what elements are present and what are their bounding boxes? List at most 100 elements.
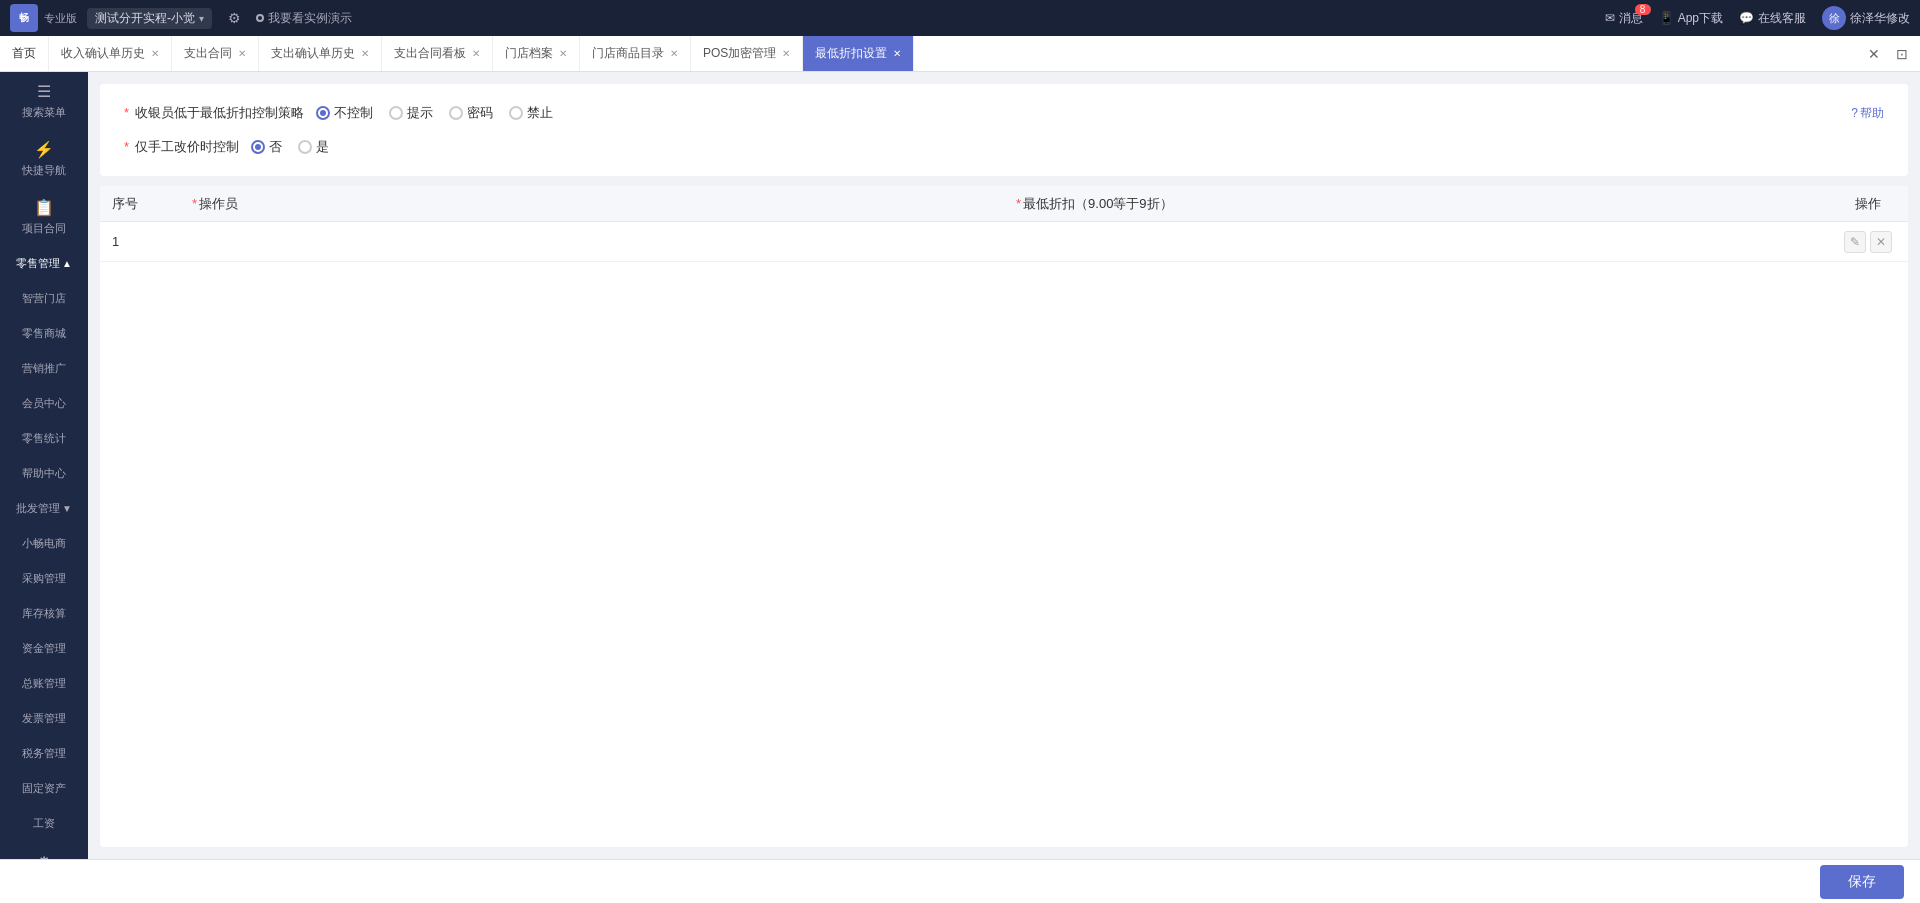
- tab-restore-btn[interactable]: ⊡: [1892, 44, 1912, 64]
- tab-store-goods[interactable]: 门店商品目录 ✕: [580, 36, 691, 72]
- sidebar-item-invoice[interactable]: 发票管理: [0, 701, 88, 736]
- tab-payment-board[interactable]: 支出合同看板 ✕: [382, 36, 493, 72]
- policy-no-control[interactable]: 不控制: [316, 104, 373, 122]
- th-seq: 序号: [100, 195, 180, 213]
- tab-min-discount-label: 最低折扣设置: [815, 45, 887, 62]
- sidebar-item-member-label: 会员中心: [22, 396, 66, 411]
- th-operator: * 操作员: [180, 195, 1004, 213]
- manual-yes-label: 是: [316, 138, 329, 156]
- policy-forbid-label: 禁止: [527, 104, 553, 122]
- tab-payment-confirm[interactable]: 支出确认单历史 ✕: [259, 36, 382, 72]
- tab-payment-confirm-close[interactable]: ✕: [361, 48, 369, 59]
- wholesale-arrow-icon: ▼: [62, 503, 72, 514]
- sidebar-item-smart-store-label: 智营门店: [22, 291, 66, 306]
- tab-store-file[interactable]: 门店档案 ✕: [493, 36, 580, 72]
- sidebar-item-assets[interactable]: 固定资产: [0, 771, 88, 806]
- shortcut-icon: ⚡: [34, 140, 54, 159]
- chevron-down-icon: ▾: [199, 13, 204, 24]
- sidebar-item-ledger[interactable]: 总账管理: [0, 666, 88, 701]
- row-edit-btn[interactable]: ✎: [1844, 231, 1866, 253]
- demo-link-label: 我要看实例演示: [268, 10, 352, 27]
- topbar-settings-icon[interactable]: ⚙: [222, 6, 246, 30]
- sidebar-item-retail-stats[interactable]: 零售统计: [0, 421, 88, 456]
- online-service-button[interactable]: 💬 在线客服: [1739, 10, 1806, 27]
- user-profile-button[interactable]: 徐 徐泽华修改: [1822, 6, 1910, 30]
- tab-close-all-btn[interactable]: ✕: [1864, 44, 1884, 64]
- sidebar-item-tax[interactable]: 税务管理: [0, 736, 88, 771]
- tab-min-discount[interactable]: 最低折扣设置 ✕: [803, 36, 914, 72]
- sidebar-item-member[interactable]: 会员中心: [0, 386, 88, 421]
- project-name: 测试分开实程-小觉: [95, 10, 195, 27]
- td-seq-1: 1: [100, 234, 180, 249]
- user-name: 徐泽华修改: [1850, 10, 1910, 27]
- sidebar-item-wholesale[interactable]: 批发管理 ▼: [0, 491, 88, 526]
- bottom-bar: 保存: [0, 859, 1920, 903]
- radio-no-icon: [251, 140, 265, 154]
- avatar: 徐: [1822, 6, 1846, 30]
- tab-income[interactable]: 收入确认单历史 ✕: [49, 36, 172, 72]
- sidebar-item-retail-mall[interactable]: 零售商城: [0, 316, 88, 351]
- sidebar-item-inventory-label: 库存核算: [22, 606, 66, 621]
- table-card: 序号 * 操作员 * 最低折扣（9.00等于9折） 操作 1: [100, 186, 1908, 847]
- demo-link[interactable]: 我要看实例演示: [256, 10, 352, 27]
- sidebar-item-inventory[interactable]: 库存核算: [0, 596, 88, 631]
- project-selector[interactable]: 测试分开实程-小觉 ▾: [87, 8, 212, 29]
- message-button[interactable]: ✉ 消息 8: [1605, 10, 1643, 27]
- sidebar-item-retail[interactable]: 零售管理 ▲: [0, 246, 88, 281]
- tab-home[interactable]: 首页: [0, 36, 49, 72]
- sidebar-item-purchase-label: 采购管理: [22, 571, 66, 586]
- required-star: *: [124, 105, 129, 120]
- tab-home-label: 首页: [12, 45, 36, 62]
- help-link[interactable]: ? 帮助: [1851, 105, 1884, 122]
- tab-payment[interactable]: 支出合同 ✕: [172, 36, 259, 72]
- app-download-label: App下载: [1678, 10, 1723, 27]
- th-discount: * 最低折扣（9.00等于9折）: [1004, 195, 1828, 213]
- policy-password[interactable]: 密码: [449, 104, 493, 122]
- sidebar-item-search-label: 搜索菜单: [22, 105, 66, 120]
- tab-payment-confirm-label: 支出确认单历史: [271, 45, 355, 62]
- tab-store-file-label: 门店档案: [505, 45, 553, 62]
- radio-password-icon: [449, 106, 463, 120]
- online-service-label: 在线客服: [1758, 10, 1806, 27]
- table-header: 序号 * 操作员 * 最低折扣（9.00等于9折） 操作: [100, 186, 1908, 222]
- sidebar-item-salary[interactable]: 工资: [0, 806, 88, 841]
- message-badge: 8: [1635, 4, 1651, 15]
- download-icon: 📱: [1659, 11, 1674, 25]
- tab-payment-close[interactable]: ✕: [238, 48, 246, 59]
- sidebar-item-purchase[interactable]: 采购管理: [0, 561, 88, 596]
- sidebar-item-project-label: 项目合同: [22, 221, 66, 236]
- sidebar-item-marketing[interactable]: 营销推广: [0, 351, 88, 386]
- tab-income-close[interactable]: ✕: [151, 48, 159, 59]
- row-delete-btn[interactable]: ✕: [1870, 231, 1892, 253]
- sidebar-item-ecommerce[interactable]: 小畅电商: [0, 526, 88, 561]
- manual-no[interactable]: 否: [251, 138, 282, 156]
- sidebar-item-smart-store[interactable]: 智营门店: [0, 281, 88, 316]
- app-download-button[interactable]: 📱 App下载: [1659, 10, 1723, 27]
- retail-arrow-icon: ▲: [62, 258, 72, 269]
- policy-no-control-label: 不控制: [334, 104, 373, 122]
- sidebar-item-shortcuts[interactable]: ⚡ 快捷导航: [0, 130, 88, 188]
- policy-remind-label: 提示: [407, 104, 433, 122]
- tab-store-goods-close[interactable]: ✕: [670, 48, 678, 59]
- sidebar-item-finance[interactable]: 资金管理: [0, 631, 88, 666]
- manual-yes[interactable]: 是: [298, 138, 329, 156]
- tab-payment-board-close[interactable]: ✕: [472, 48, 480, 59]
- sidebar-item-ecommerce-label: 小畅电商: [22, 536, 66, 551]
- policy-forbid[interactable]: 禁止: [509, 104, 553, 122]
- tab-min-discount-close[interactable]: ✕: [893, 48, 901, 59]
- sidebar-item-project[interactable]: 📋 项目合同: [0, 188, 88, 246]
- sidebar-item-help-label: 帮助中心: [22, 466, 66, 481]
- tab-payment-board-label: 支出合同看板: [394, 45, 466, 62]
- policy-row: * 收银员低于最低折扣控制策略 不控制 提示 密码: [124, 104, 1884, 122]
- tab-store-file-close[interactable]: ✕: [559, 48, 567, 59]
- sidebar-item-search[interactable]: ☰ 搜索菜单: [0, 72, 88, 130]
- tab-pos-password[interactable]: POS加密管理 ✕: [691, 36, 803, 72]
- tab-pos-password-close[interactable]: ✕: [782, 48, 790, 59]
- save-button[interactable]: 保存: [1820, 865, 1904, 899]
- sidebar-item-retail-stats-label: 零售统计: [22, 431, 66, 446]
- policy-remind[interactable]: 提示: [389, 104, 433, 122]
- td-actions-1: ✎ ✕: [1828, 231, 1908, 253]
- radio-no-control-icon: [316, 106, 330, 120]
- sidebar: ☰ 搜索菜单 ⚡ 快捷导航 📋 项目合同 零售管理 ▲ 智营门店 零售商城 营销…: [0, 72, 88, 859]
- sidebar-item-help[interactable]: 帮助中心: [0, 456, 88, 491]
